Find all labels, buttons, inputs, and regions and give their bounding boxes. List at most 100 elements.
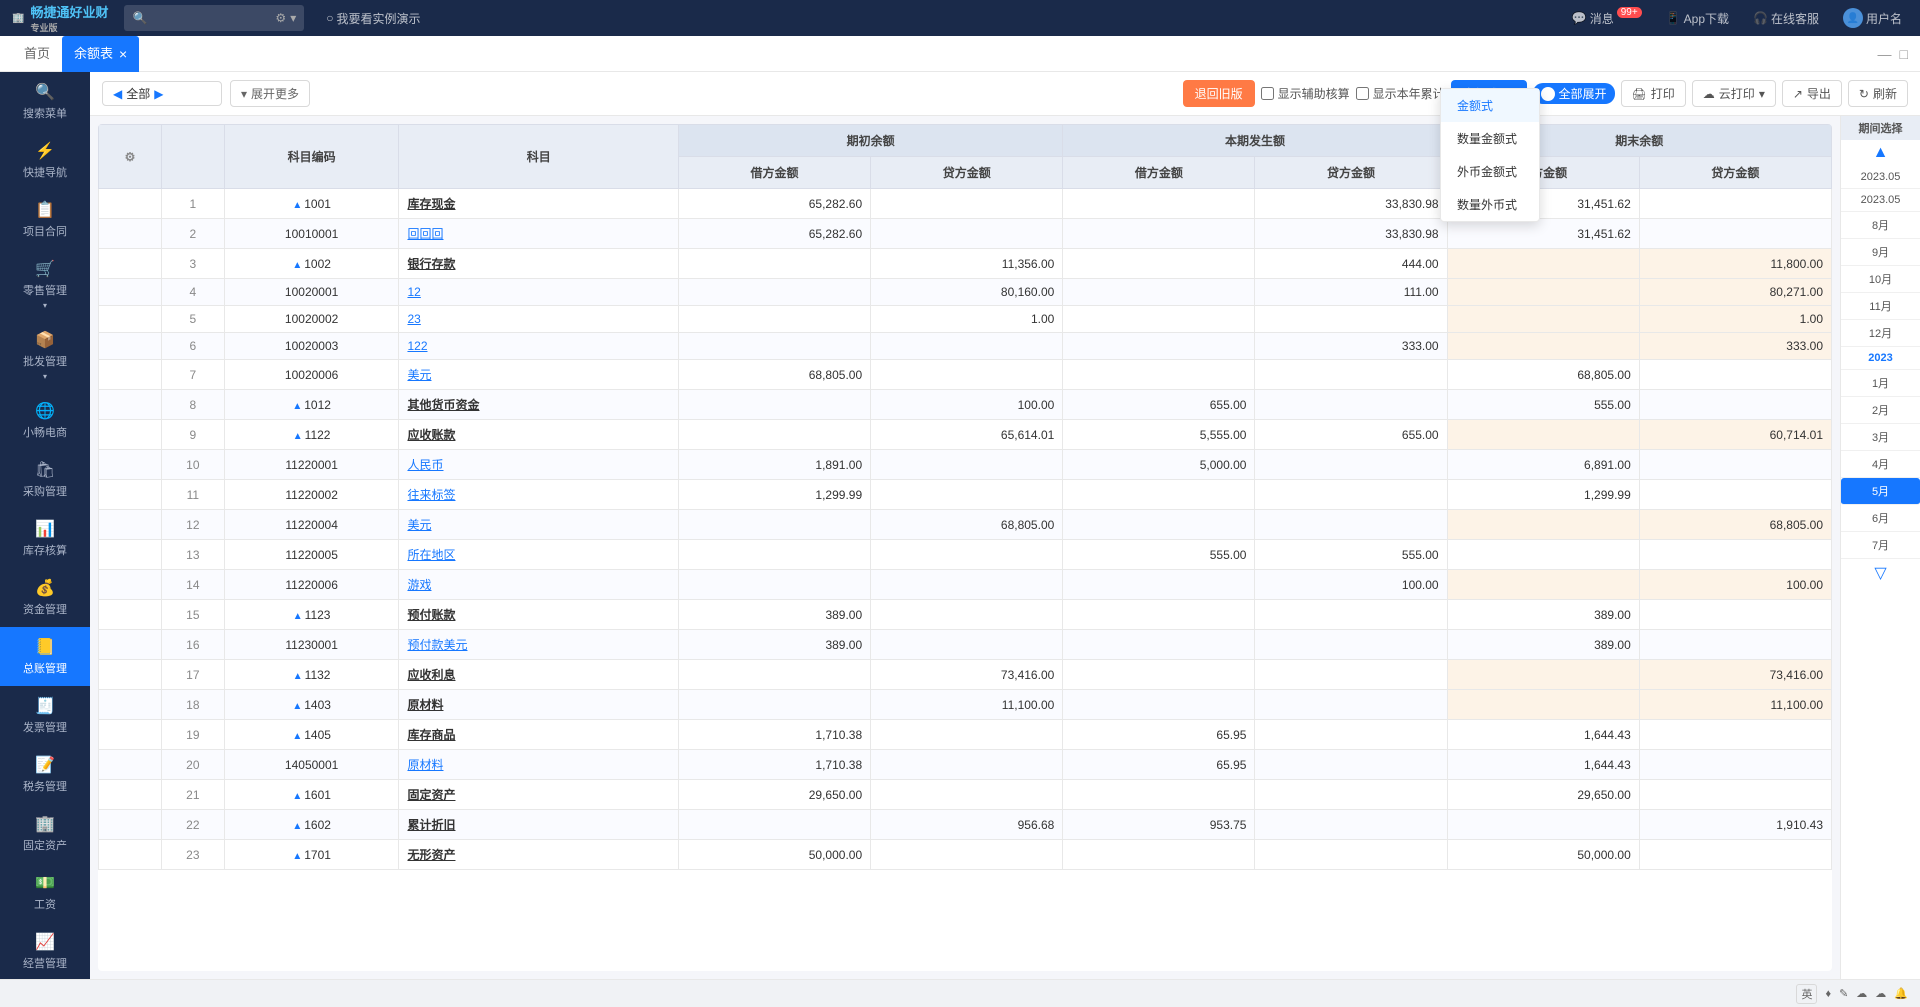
dropdown-item-1[interactable]: 数量金额式	[1441, 122, 1539, 155]
demo-btn[interactable]: ○ 我要看实例演示	[320, 10, 426, 27]
row-subject[interactable]: 库存现金	[399, 189, 679, 219]
row-subject[interactable]: 回回回	[399, 219, 679, 249]
row-amount-5: 1.00	[1639, 306, 1831, 333]
row-subject[interactable]: 累计折旧	[399, 810, 679, 840]
tab-home[interactable]: 首页	[12, 36, 62, 72]
period-item-1month[interactable]: 1月	[1841, 370, 1920, 397]
column-settings-icon[interactable]: ⚙	[125, 150, 136, 164]
expand-btn[interactable]: ▾ 展开更多	[230, 80, 310, 107]
status-icon-4[interactable]: ☁	[1875, 987, 1886, 1000]
tab-max-btn[interactable]: □	[1900, 46, 1908, 62]
period-down-btn[interactable]: ▽	[1841, 559, 1920, 587]
ytd-checkbox[interactable]	[1356, 87, 1369, 100]
period-item-11month[interactable]: 11月	[1841, 293, 1920, 320]
sidebar-item-tax[interactable]: 📝 税务管理	[0, 745, 90, 804]
invoice-icon: 🧾	[35, 696, 55, 716]
row-subject[interactable]: 12	[399, 279, 679, 306]
message-btn[interactable]: 💬 消息 99+	[1566, 10, 1648, 27]
row-subject[interactable]: 应收利息	[399, 660, 679, 690]
dropdown-icon[interactable]: ▾	[290, 11, 296, 25]
settings-icon[interactable]: ⚙	[275, 11, 286, 25]
period-item-4month[interactable]: 4月	[1841, 451, 1920, 478]
row-subject[interactable]: 固定资产	[399, 780, 679, 810]
row-subject[interactable]: 其他货币资金	[399, 390, 679, 420]
sidebar-item-inventory[interactable]: 📊 库存核算	[0, 509, 90, 568]
period-item-7month[interactable]: 7月	[1841, 532, 1920, 559]
period-item-10month[interactable]: 10月	[1841, 266, 1920, 293]
row-subject[interactable]: 银行存款	[399, 249, 679, 279]
period-item-5month[interactable]: 5月	[1841, 478, 1920, 505]
sidebar-item-ecommerce[interactable]: 🌐 小畅电商	[0, 391, 90, 450]
row-amount-2: 555.00	[1063, 540, 1255, 570]
service-btn[interactable]: 🎧 在线客服	[1747, 10, 1825, 27]
sidebar-item-operation[interactable]: 📈 经营管理	[0, 922, 90, 979]
row-subject[interactable]: 无形资产	[399, 840, 679, 870]
search-bar[interactable]: 🔍 ⚙ ▾	[124, 5, 304, 31]
sidebar-item-assets[interactable]: 🏢 固定资产	[0, 804, 90, 863]
sidebar-item-search[interactable]: 🔍 搜索菜单	[0, 72, 90, 131]
user-btn[interactable]: 👤 用户名	[1837, 8, 1908, 28]
row-subject[interactable]: 122	[399, 333, 679, 360]
row-subject[interactable]: 美元	[399, 510, 679, 540]
sidebar-item-project[interactable]: 📋 项目合同	[0, 190, 90, 249]
row-subject[interactable]: 库存商品	[399, 720, 679, 750]
row-subject[interactable]: 人民币	[399, 450, 679, 480]
period-item-6month[interactable]: 6月	[1841, 505, 1920, 532]
sidebar-item-quicknav[interactable]: ⚡ 快捷导航	[0, 131, 90, 190]
return-btn[interactable]: 退回旧版	[1183, 80, 1255, 107]
tab-balance[interactable]: 余额表 ×	[62, 36, 139, 72]
row-amount-3	[1255, 480, 1447, 510]
row-subject[interactable]: 游戏	[399, 570, 679, 600]
row-subject[interactable]: 原材料	[399, 750, 679, 780]
status-icon-5[interactable]: 🔔	[1894, 987, 1908, 1000]
dropdown-item-0[interactable]: 金额式	[1441, 89, 1539, 122]
period-item-1[interactable]: 2023.05	[1841, 189, 1920, 212]
period-up-btn[interactable]: ▲	[1841, 140, 1920, 166]
period-item-0[interactable]: 2023.05	[1841, 166, 1920, 189]
row-subject[interactable]: 所在地区	[399, 540, 679, 570]
search-input[interactable]	[151, 8, 271, 28]
cloud-print-btn[interactable]: ☁ 云打印 ▾	[1692, 80, 1776, 107]
row-subject[interactable]: 美元	[399, 360, 679, 390]
th-code: 科目编码	[224, 125, 399, 189]
show-assist-check[interactable]: 显示辅助核算	[1261, 85, 1350, 102]
assist-checkbox[interactable]	[1261, 87, 1274, 100]
expand-all-toggle[interactable]: 全部展开	[1533, 83, 1615, 104]
period-item-8month[interactable]: 8月	[1841, 212, 1920, 239]
row-subject[interactable]: 往来标签	[399, 480, 679, 510]
status-icon-3[interactable]: ☁	[1856, 987, 1867, 1000]
show-ytd-check[interactable]: 显示本年累计	[1356, 85, 1445, 102]
back-icon[interactable]: ◀	[113, 87, 122, 101]
row-subject[interactable]: 应收账款	[399, 420, 679, 450]
period-item-3month[interactable]: 3月	[1841, 424, 1920, 451]
row-subject[interactable]: 23	[399, 306, 679, 333]
data-table-container[interactable]: ⚙ 科目编码 科目 期初余额 本期发生额 期末余额 借方金额 贷方金额	[98, 124, 1832, 971]
sidebar-item-wholesale[interactable]: 📦 批发管理 ▾	[0, 320, 90, 391]
row-subject[interactable]: 预付款美元	[399, 630, 679, 660]
tab-close-btn[interactable]: ×	[119, 47, 127, 61]
refresh-btn[interactable]: ↻ 刷新	[1848, 80, 1908, 107]
lang-btn[interactable]: 英	[1796, 984, 1817, 1004]
download-btn[interactable]: 📱 App下载	[1660, 10, 1735, 27]
sidebar-item-retail[interactable]: 🛒 零售管理 ▾	[0, 249, 90, 320]
period-item-2023[interactable]: 2023	[1841, 347, 1920, 370]
row-subject[interactable]: 原材料	[399, 690, 679, 720]
sidebar-item-invoice[interactable]: 🧾 发票管理	[0, 686, 90, 745]
print-btn[interactable]: 🖨 打印	[1621, 80, 1686, 107]
row-subject[interactable]: 预付账款	[399, 600, 679, 630]
period-item-2month[interactable]: 2月	[1841, 397, 1920, 424]
sidebar-item-payroll[interactable]: 💵 工资	[0, 863, 90, 922]
sidebar-item-fund[interactable]: 💰 资金管理	[0, 568, 90, 627]
status-icon-1[interactable]: ♦	[1825, 988, 1831, 1000]
tab-min-btn[interactable]: —	[1878, 46, 1892, 62]
sidebar-item-ledger[interactable]: 📒 总账管理	[0, 627, 90, 686]
period-item-12month[interactable]: 12月	[1841, 320, 1920, 347]
export-btn[interactable]: ↗ 导出	[1782, 80, 1842, 107]
row-amount-3: 33,830.98	[1255, 189, 1447, 219]
dropdown-item-3[interactable]: 数量外币式	[1441, 188, 1539, 221]
dropdown-item-2[interactable]: 外币金额式	[1441, 155, 1539, 188]
sidebar-item-purchase[interactable]: 🛍 采购管理	[0, 450, 90, 509]
status-icon-2[interactable]: ✎	[1839, 987, 1848, 1000]
payroll-icon: 💵	[35, 873, 55, 893]
period-item-9month[interactable]: 9月	[1841, 239, 1920, 266]
